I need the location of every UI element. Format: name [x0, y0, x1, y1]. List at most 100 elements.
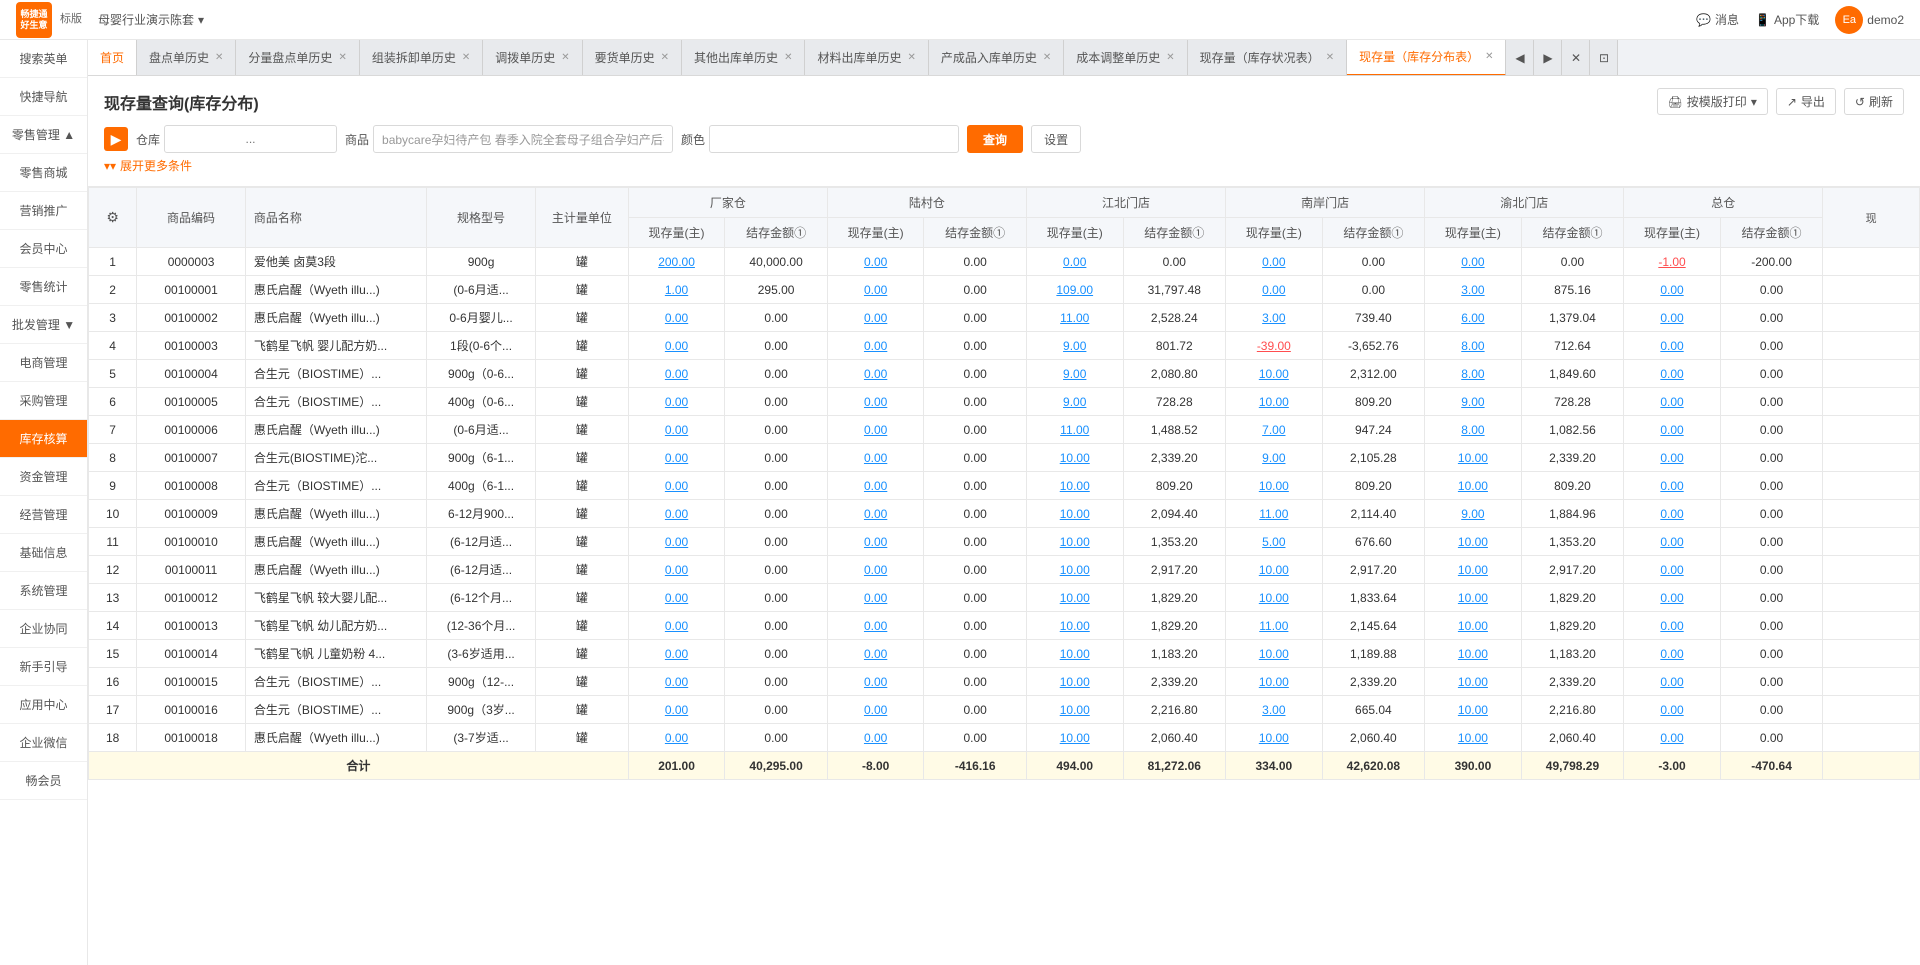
cell-yubei-qty[interactable]: 0.00	[1425, 248, 1522, 276]
cell-lucun-qty[interactable]: 0.00	[827, 528, 924, 556]
cell-yubei-qty[interactable]: 9.00	[1425, 388, 1522, 416]
tab-inventory-check[interactable]: 盘点单历史 ✕	[137, 40, 236, 76]
cell-total-qty[interactable]: 0.00	[1624, 528, 1721, 556]
th-settings[interactable]: ⚙	[89, 188, 137, 248]
cell-changjia-qty[interactable]: 0.00	[628, 332, 725, 360]
user-menu[interactable]: Ea demo2	[1835, 6, 1904, 34]
cell-nanan-qty[interactable]: 10.00	[1226, 556, 1323, 584]
cell-total-qty[interactable]: 0.00	[1624, 472, 1721, 500]
cell-nanan-qty[interactable]: 0.00	[1226, 248, 1323, 276]
cell-total-qty[interactable]: 0.00	[1624, 500, 1721, 528]
tab-inventory-dist[interactable]: 现存量（库存分布表） ✕	[1347, 40, 1506, 76]
tab-other-out[interactable]: 其他出库单历史 ✕	[682, 40, 805, 76]
tab-next-btn[interactable]: ▶	[1534, 40, 1562, 76]
cell-jiangbei-qty[interactable]: 10.00	[1026, 640, 1123, 668]
tab-sub-inventory-check[interactable]: 分量盘点单历史 ✕	[236, 40, 359, 76]
cell-lucun-qty[interactable]: 0.00	[827, 584, 924, 612]
cell-lucun-qty[interactable]: 0.00	[827, 416, 924, 444]
cell-lucun-qty[interactable]: 0.00	[827, 248, 924, 276]
cell-changjia-qty[interactable]: 200.00	[628, 248, 725, 276]
cell-jiangbei-qty[interactable]: 10.00	[1026, 668, 1123, 696]
warehouse-input[interactable]	[164, 125, 337, 153]
cell-nanan-qty[interactable]: 10.00	[1226, 724, 1323, 752]
settings-btn[interactable]: 设置	[1031, 125, 1081, 153]
goods-input[interactable]	[373, 125, 673, 153]
cell-changjia-qty[interactable]: 0.00	[628, 696, 725, 724]
tab-close-icon[interactable]: ✕	[907, 52, 915, 63]
expand-more-btn[interactable]: ▾▾ 展开更多条件	[104, 153, 1904, 178]
cell-total-qty[interactable]: 0.00	[1624, 584, 1721, 612]
export-btn[interactable]: ↗ 导出	[1776, 88, 1836, 115]
tab-cost-adjust[interactable]: 成本调整单历史 ✕	[1064, 40, 1187, 76]
tab-close-icon[interactable]: ✕	[561, 52, 569, 63]
cell-changjia-qty[interactable]: 0.00	[628, 584, 725, 612]
cell-yubei-qty[interactable]: 8.00	[1425, 416, 1522, 444]
tab-inventory-status[interactable]: 现存量（库存状况表） ✕	[1188, 40, 1347, 76]
cell-nanan-qty[interactable]: 3.00	[1226, 304, 1323, 332]
sidebar-item-finance[interactable]: 资金管理	[0, 458, 87, 496]
tab-close-icon[interactable]: ✕	[784, 52, 792, 63]
cell-nanan-qty[interactable]: 3.00	[1226, 696, 1323, 724]
cell-nanan-qty[interactable]: 11.00	[1226, 612, 1323, 640]
cell-changjia-qty[interactable]: 1.00	[628, 276, 725, 304]
cell-yubei-qty[interactable]: 3.00	[1425, 276, 1522, 304]
cell-yubei-qty[interactable]: 8.00	[1425, 332, 1522, 360]
tab-close-icon[interactable]: ✕	[338, 52, 346, 63]
tab-product-in[interactable]: 产成品入库单历史 ✕	[929, 40, 1064, 76]
cell-total-qty[interactable]: 0.00	[1624, 724, 1721, 752]
cell-yubei-qty[interactable]: 8.00	[1425, 360, 1522, 388]
cell-yubei-qty[interactable]: 10.00	[1425, 640, 1522, 668]
cell-lucun-qty[interactable]: 0.00	[827, 388, 924, 416]
cell-lucun-qty[interactable]: 0.00	[827, 444, 924, 472]
sidebar-item-retail-mgmt[interactable]: 零售管理 ▲	[0, 116, 87, 154]
table-container[interactable]: ⚙ 商品编码 商品名称 规格型号 主计量单位 厂家仓 陆村仓 江北门店 南岸门店…	[88, 187, 1920, 965]
sidebar-item-apps[interactable]: 应用中心	[0, 686, 87, 724]
cell-jiangbei-qty[interactable]: 109.00	[1026, 276, 1123, 304]
cell-lucun-qty[interactable]: 0.00	[827, 556, 924, 584]
cell-lucun-qty[interactable]: 0.00	[827, 332, 924, 360]
cell-lucun-qty[interactable]: 0.00	[827, 276, 924, 304]
cell-yubei-qty[interactable]: 10.00	[1425, 696, 1522, 724]
color-input[interactable]	[709, 125, 959, 153]
sidebar-item-retail-store[interactable]: 零售商城	[0, 154, 87, 192]
refresh-btn[interactable]: ↺ 刷新	[1844, 88, 1904, 115]
cell-lucun-qty[interactable]: 0.00	[827, 668, 924, 696]
cell-total-qty[interactable]: 0.00	[1624, 360, 1721, 388]
cell-lucun-qty[interactable]: 0.00	[827, 696, 924, 724]
tab-home[interactable]: 首页	[88, 40, 137, 76]
cell-lucun-qty[interactable]: 0.00	[827, 360, 924, 388]
cell-changjia-qty[interactable]: 0.00	[628, 416, 725, 444]
cell-lucun-qty[interactable]: 0.00	[827, 612, 924, 640]
cell-jiangbei-qty[interactable]: 10.00	[1026, 528, 1123, 556]
tab-close-icon[interactable]: ✕	[1485, 51, 1493, 62]
cell-changjia-qty[interactable]: 0.00	[628, 388, 725, 416]
tab-transfer[interactable]: 调拨单历史 ✕	[483, 40, 582, 76]
cell-total-qty[interactable]: 0.00	[1624, 276, 1721, 304]
cell-changjia-qty[interactable]: 0.00	[628, 360, 725, 388]
cell-nanan-qty[interactable]: 10.00	[1226, 472, 1323, 500]
cell-yubei-qty[interactable]: 9.00	[1425, 500, 1522, 528]
cell-nanan-qty[interactable]: 10.00	[1226, 668, 1323, 696]
cell-yubei-qty[interactable]: 10.00	[1425, 472, 1522, 500]
cell-lucun-qty[interactable]: 0.00	[827, 472, 924, 500]
cell-total-qty[interactable]: 0.00	[1624, 416, 1721, 444]
cell-lucun-qty[interactable]: 0.00	[827, 640, 924, 668]
cell-total-qty[interactable]: 0.00	[1624, 640, 1721, 668]
cell-total-qty[interactable]: -1.00	[1624, 248, 1721, 276]
cell-nanan-qty[interactable]: 10.00	[1226, 388, 1323, 416]
cell-changjia-qty[interactable]: 0.00	[628, 472, 725, 500]
tab-assemble[interactable]: 组装拆卸单历史 ✕	[360, 40, 483, 76]
cell-jiangbei-qty[interactable]: 10.00	[1026, 472, 1123, 500]
tab-close-icon[interactable]: ✕	[215, 52, 223, 63]
sidebar-item-system[interactable]: 系统管理	[0, 572, 87, 610]
cell-total-qty[interactable]: 0.00	[1624, 388, 1721, 416]
cell-yubei-qty[interactable]: 10.00	[1425, 556, 1522, 584]
cell-jiangbei-qty[interactable]: 10.00	[1026, 444, 1123, 472]
app-download-btn[interactable]: 📱 App下载	[1755, 11, 1819, 28]
cell-changjia-qty[interactable]: 0.00	[628, 304, 725, 332]
cell-jiangbei-qty[interactable]: 9.00	[1026, 388, 1123, 416]
sidebar-item-inventory[interactable]: 库存核算	[0, 420, 87, 458]
cell-jiangbei-qty[interactable]: 10.00	[1026, 584, 1123, 612]
sidebar-item-wholesale[interactable]: 批发管理 ▼	[0, 306, 87, 344]
filter-toggle-btn[interactable]: ▶	[104, 127, 128, 151]
